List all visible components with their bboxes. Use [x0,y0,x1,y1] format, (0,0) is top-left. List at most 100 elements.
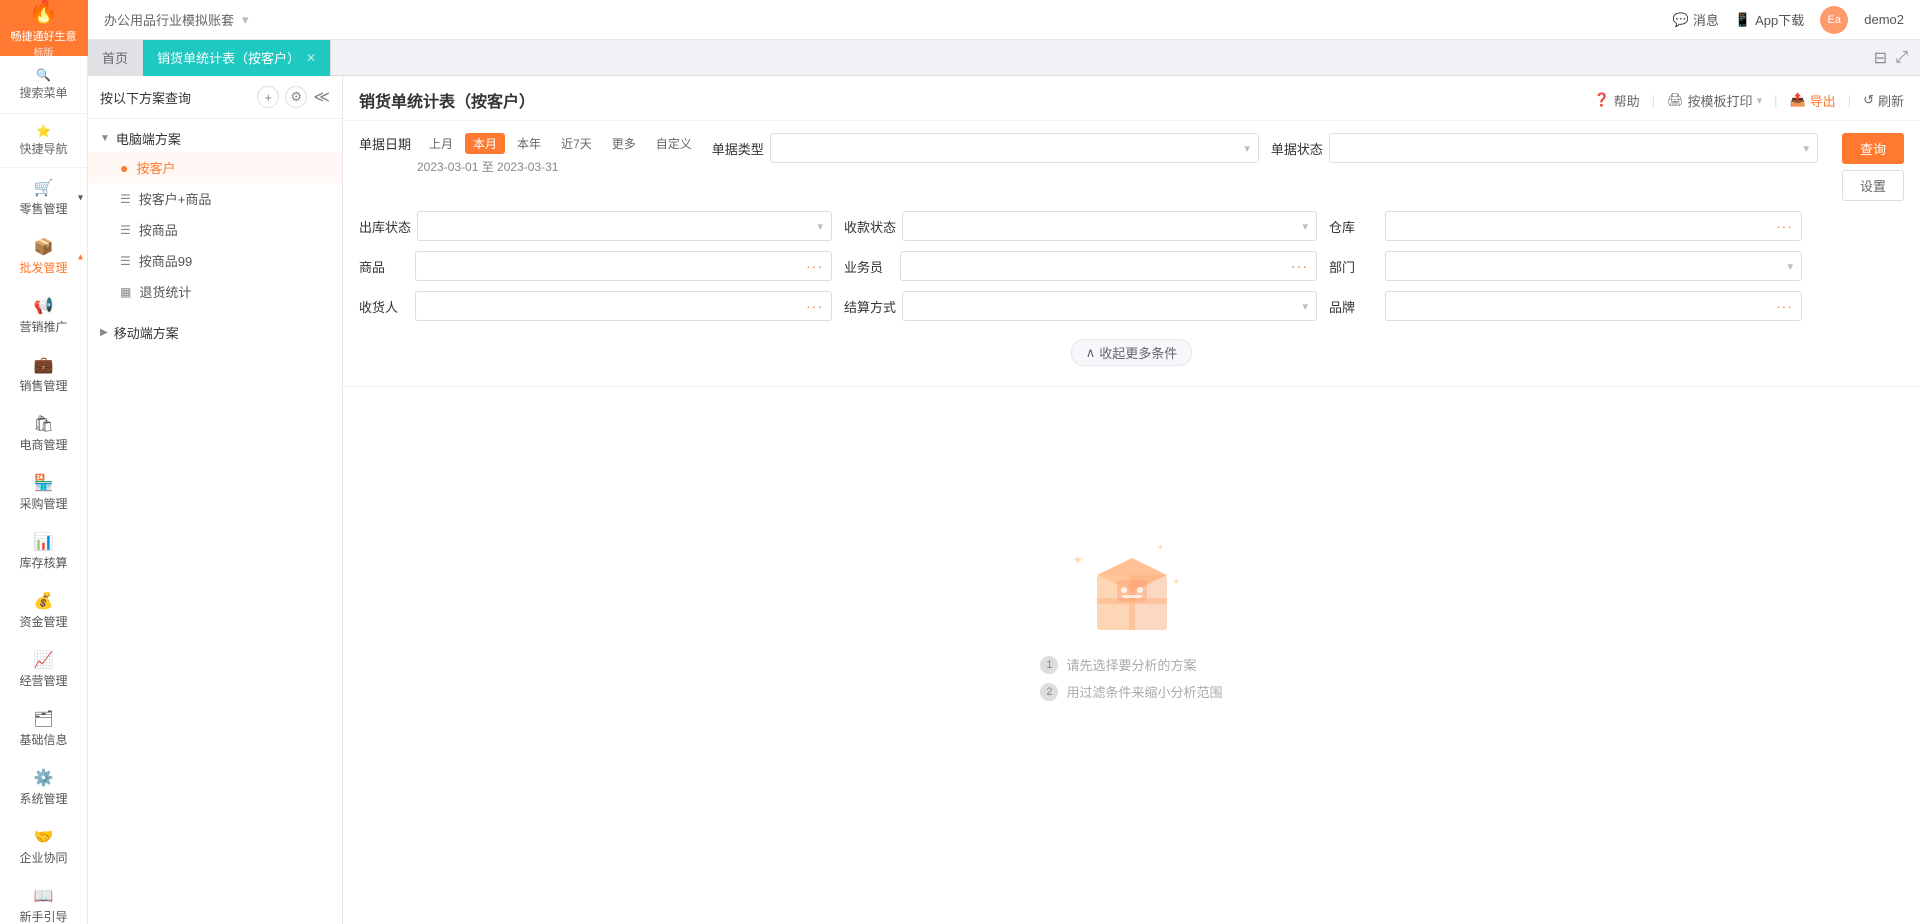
sidebar-item-marketing[interactable]: 📢 营销推广 [0,286,87,345]
scheme-by-customer[interactable]: ● 按客户 [88,152,342,183]
separator3: | [1848,93,1851,108]
settings-button[interactable]: 设置 [1842,170,1904,201]
collapse-btn[interactable]: ∧ 收起更多条件 [1071,339,1193,366]
expand-icon: ▾ [78,192,83,203]
tab-bar: 首页 销货单统计表（按客户） ✕ ⊟ ⤢ [88,40,1920,76]
page-actions: ❓ 帮助 | 🖨 按模板打印 ▾ | 📤 导出 | [1593,91,1904,110]
department-select[interactable]: ▾ [1385,251,1802,281]
sidebar-item-operations[interactable]: 📈 经营管理 [0,640,87,699]
shipping-select[interactable]: ▾ [417,211,832,241]
sidebar-item-ecommerce[interactable]: 🛍 电商管理 [0,404,87,463]
nav-icon: ⭐ [36,124,51,138]
download-icon: 📱 [1735,12,1751,28]
user-name[interactable]: demo2 [1864,12,1904,27]
help-btn[interactable]: ❓ 帮助 [1593,91,1639,110]
brand-select[interactable]: ··· [1385,291,1802,321]
sidebar-item-enterprise[interactable]: 🤝 企业协同 [0,817,87,876]
tab-minimize-btn[interactable]: ⊟ [1874,48,1887,68]
message-btn[interactable]: 💬 消息 [1673,10,1719,29]
system-icon: ⚙️ [34,768,54,788]
payment-arrow: ▾ [1302,220,1308,233]
mobile-triangle-icon: ▶ [100,327,108,338]
empty-steps: 1 请先选择要分析的方案 2 用过滤条件来缩小分析范围 [1040,655,1222,701]
custom-date-btn[interactable]: 自定义 [648,133,700,154]
product-dots: ··· [806,258,823,274]
mobile-scheme-group: ▶ 移动端方案 [88,313,342,352]
top-header: 办公用品行业模拟账套 ▾ 💬 消息 📱 App下载 Ea demo2 [88,0,1920,40]
sidebar-item-finance[interactable]: 💰 资金管理 [0,581,87,640]
more-dates-btn[interactable]: 更多 [604,133,644,154]
sidebar-item-retail[interactable]: 🛒 零售管理 ▾ [0,168,87,227]
sidebar-item-sales[interactable]: 💼 销售管理 [0,345,87,404]
header-right: 💬 消息 📱 App下载 Ea demo2 [1673,6,1904,34]
logo-icon: 🔥 [29,0,59,26]
sidebar-item-system[interactable]: ⚙️ 系统管理 [0,758,87,817]
separator1: | [1652,93,1655,108]
receiver-dots: ··· [806,298,823,314]
sidebar-item-inventory[interactable]: 📊 库存核算 [0,522,87,581]
shipping-label: 出库状态 [359,217,411,236]
settings-scheme-btn[interactable]: ⚙ [285,86,307,108]
salesperson-select[interactable]: ··· [900,251,1317,281]
last-month-btn[interactable]: 上月 [421,133,461,154]
enterprise-icon: 🤝 [34,827,54,847]
refresh-icon: ↺ [1863,92,1874,108]
quick-nav[interactable]: ⭐ 快捷导航 [0,114,87,168]
print-btn[interactable]: 🖨 按模板打印 ▾ [1667,91,1762,110]
tab-maximize-btn[interactable]: ⤢ [1895,49,1908,67]
order-status-arrow: ▾ [1803,142,1809,155]
cust-prod-scheme-icon: ☰ [120,192,131,206]
query-button[interactable]: 查询 [1842,133,1904,164]
sidebar: 🔥 畅捷通好生意 标版 🔍 搜索菜单 ⭐ 快捷导航 🛒 零售管理 ▾ 📦 批发管… [0,0,88,924]
scheme-by-product-label: 按商品 [139,220,178,239]
dropdown-icon[interactable]: ▾ [242,12,249,28]
tab-sales-stat[interactable]: 销货单统计表（按客户） ✕ [143,40,331,76]
finance-icon: 💰 [34,591,54,611]
receiver-label: 收货人 [359,297,409,316]
search-menu[interactable]: 🔍 搜索菜单 [0,56,87,114]
export-btn[interactable]: 📤 导出 [1789,91,1835,110]
collapse-row: ∧ 收起更多条件 [359,331,1904,374]
this-month-btn[interactable]: 本月 [465,133,505,154]
app-download-btn[interactable]: 📱 App下载 [1735,10,1804,29]
help-icon: ❓ [1593,92,1609,108]
receiver-select[interactable]: ··· [415,291,832,321]
brand-label: 品牌 [1329,297,1379,316]
empty-state: ✦ ✦ ✦ 1 请先选择要分析的方案 [343,387,1920,924]
department-label: 部门 [1329,257,1379,276]
this-year-btn[interactable]: 本年 [509,133,549,154]
warehouse-select[interactable]: ··· [1385,211,1802,241]
marketing-icon: 📢 [34,296,54,316]
order-status-select[interactable]: ▾ [1329,133,1818,163]
main-area: 办公用品行业模拟账套 ▾ 💬 消息 📱 App下载 Ea demo2 首页 销货… [88,0,1920,924]
payment-method-select[interactable]: ▾ [902,291,1317,321]
last-7-days-btn[interactable]: 近7天 [553,133,600,154]
desktop-group-header[interactable]: ▼ 电脑端方案 [88,125,342,152]
collapse-scheme-btn[interactable]: ≪ [313,87,330,107]
add-scheme-btn[interactable]: + [257,86,279,108]
date-range: 2023-03-01 至 2023-03-31 [417,160,558,174]
sidebar-item-wholesale[interactable]: 📦 批发管理 ▴ [0,227,87,286]
tab-close-icon[interactable]: ✕ [306,51,316,65]
order-type-select[interactable]: ▾ [770,133,1259,163]
payment-label: 收款状态 [844,217,896,236]
mobile-group-header[interactable]: ▶ 移动端方案 [88,319,342,346]
scheme-by-product[interactable]: ☰ 按商品 [88,214,342,245]
refresh-btn[interactable]: ↺ 刷新 [1863,91,1904,110]
inventory-icon: 📊 [34,532,54,552]
payment-method-arrow: ▾ [1302,300,1308,313]
triangle-icon: ▼ [100,133,110,144]
product-select[interactable]: ··· [415,251,832,281]
sidebar-item-purchase[interactable]: 🏪 采购管理 [0,463,87,522]
content-area: 按以下方案查询 + ⚙ ≪ ▼ 电脑端方案 ● [88,76,1920,924]
payment-select[interactable]: ▾ [902,211,1317,241]
home-tab-label: 首页 [102,48,128,67]
sidebar-item-basic[interactable]: 🗂 基础信息 [0,699,87,758]
scheme-by-customer-product[interactable]: ☰ 按客户+商品 [88,183,342,214]
empty-step-2-label: 用过滤条件来缩小分析范围 [1066,682,1222,701]
tab-home[interactable]: 首页 [88,40,143,76]
sidebar-item-guide[interactable]: 📖 新手引导 [0,876,87,924]
scheme-by-product-99[interactable]: ☰ 按商品99 [88,245,342,276]
scheme-return-stats[interactable]: ▦ 退货统计 [88,276,342,307]
filter-area: 单据日期 上月 本月 本年 近7天 更多 自定义 2023-03-0 [343,121,1920,387]
